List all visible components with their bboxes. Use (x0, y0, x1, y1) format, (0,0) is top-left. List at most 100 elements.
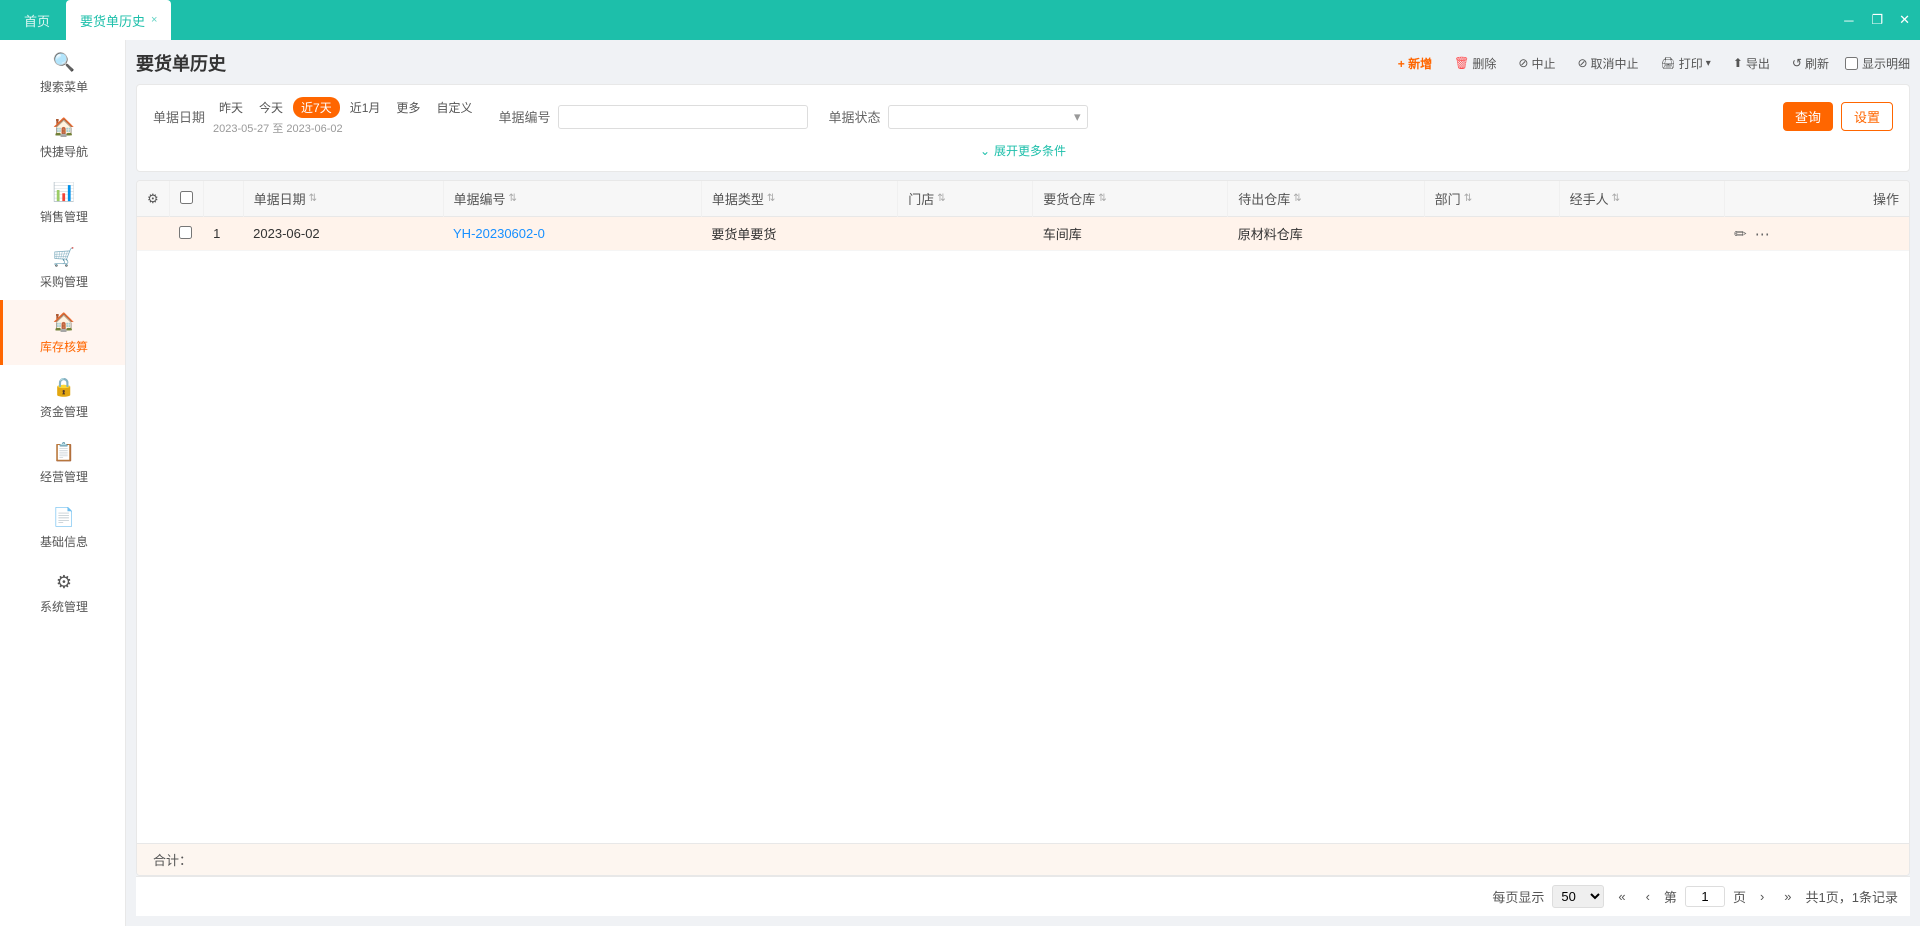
delete-button[interactable]: 🗑 删除 (1448, 51, 1502, 76)
index-col-header (203, 181, 243, 217)
cancel-stop-button[interactable]: ⊘ 取消中止 (1571, 51, 1644, 76)
sidebar-item-label: 系统管理 (40, 598, 88, 615)
dept-col-header[interactable]: 部门 ⇅ (1424, 181, 1559, 217)
doc-no-link[interactable]: YH-20230602-0 (453, 226, 545, 241)
sidebar-item-label: 搜索菜单 (40, 78, 88, 95)
select-all-checkbox[interactable] (180, 191, 193, 204)
settings-button[interactable]: 设置 (1841, 102, 1893, 131)
store-col-header[interactable]: 门店 ⇅ (898, 181, 1033, 217)
sidebar-item-quick-nav[interactable]: 🏠 快捷导航 (0, 105, 125, 170)
sidebar-item-sales[interactable]: 📊 销售管理 (0, 170, 125, 235)
prev-page-btn[interactable]: ‹ (1640, 887, 1656, 906)
stop-icon: ⊘ (1518, 56, 1528, 70)
pending-warehouse-sort-icon: ⇅ (1293, 193, 1301, 204)
export-button[interactable]: ⬆ 导出 (1727, 51, 1776, 76)
table-header-row: ⚙ 单据日期 ⇅ (137, 181, 1909, 217)
row-checkbox[interactable] (179, 226, 192, 239)
date-filter-label: 单据日期 (153, 107, 205, 126)
actions-col-header: 操作 (1724, 181, 1909, 217)
sidebar-item-inventory[interactable]: 🏠 库存核算 (0, 300, 125, 365)
window-minus-icon[interactable]: － (1842, 11, 1855, 30)
stop-button[interactable]: ⊘ 中止 (1512, 51, 1561, 76)
row-more-icon[interactable]: ⋯ (1755, 225, 1770, 243)
pending-warehouse-col-header[interactable]: 待出仓库 ⇅ (1228, 181, 1424, 217)
status-label: 单据状态 (828, 107, 880, 126)
sidebar-item-finance[interactable]: 🔒 资金管理 (0, 365, 125, 430)
handler-col-header[interactable]: 经手人 ⇅ (1559, 181, 1724, 217)
doc-no-filter: 单据编号 (498, 105, 808, 129)
row-date-cell: 2023-06-02 (243, 217, 443, 251)
row-handler-cell (1559, 217, 1724, 251)
page-header: 要货单历史 + 新增 🗑 删除 ⊘ 中止 ⊘ 取消中止 🖨 (136, 50, 1910, 76)
date-yesterday[interactable]: 昨天 (213, 97, 249, 118)
refresh-button[interactable]: ↺ 刷新 (1786, 51, 1835, 76)
req-warehouse-col-header[interactable]: 要货仓库 ⇅ (1033, 181, 1228, 217)
operation-icon: 📋 (53, 442, 75, 463)
first-page-btn[interactable]: « (1612, 887, 1631, 906)
date-custom[interactable]: 自定义 (430, 97, 478, 118)
display-detail-toggle[interactable]: 显示明细 (1845, 55, 1910, 72)
table-footer: 合计： (137, 843, 1909, 875)
home-icon: 🏠 (53, 117, 75, 138)
content-area: 要货单历史 + 新增 🗑 删除 ⊘ 中止 ⊘ 取消中止 🖨 (126, 40, 1920, 926)
print-dropdown-icon: ▾ (1706, 58, 1711, 69)
new-button[interactable]: + 新增 (1392, 51, 1438, 76)
page-label: 第 (1664, 887, 1677, 906)
last-page-btn[interactable]: » (1778, 887, 1797, 906)
window-restore-icon[interactable]: ❐ (1871, 12, 1883, 28)
status-select[interactable] (888, 105, 1088, 129)
handler-sort-icon: ⇅ (1612, 193, 1620, 204)
expand-more-btn[interactable]: ⌄ 展开更多条件 (153, 136, 1893, 159)
sidebar-item-base[interactable]: 📄 基础信息 (0, 495, 125, 560)
tab-home[interactable]: 首页 (10, 0, 64, 40)
sidebar-item-label: 基础信息 (40, 533, 88, 550)
doc-no-label: 单据编号 (498, 107, 550, 126)
page-input[interactable] (1685, 886, 1725, 907)
print-button[interactable]: 🖨 打印 ▾ (1655, 51, 1717, 76)
row-edit-icon[interactable]: ✏ (1734, 225, 1747, 243)
doc-type-col-header[interactable]: 单据类型 ⇅ (701, 181, 897, 217)
date-more[interactable]: 更多 (390, 97, 426, 118)
chart-icon: 📊 (53, 182, 75, 203)
row-index-cell: 1 (203, 217, 243, 251)
date-filter: 单据日期 昨天 今天 近7天 近1月 更多 自定义 2023-05-27 至 2… (153, 97, 478, 136)
date-shortcuts: 昨天 今天 近7天 近1月 更多 自定义 2023-05-27 至 2023-0… (213, 97, 478, 136)
top-bar: 首页 要货单历史 × － ❐ ✕ (0, 0, 1920, 40)
tab-history[interactable]: 要货单历史 × (66, 0, 171, 40)
doc-no-col-header[interactable]: 单据编号 ⇅ (443, 181, 701, 217)
next-page-btn[interactable]: › (1754, 887, 1770, 906)
delete-icon: 🗑 (1454, 56, 1469, 70)
doc-no-input[interactable] (558, 105, 808, 129)
per-page-label: 每页显示 (1492, 887, 1544, 906)
date-last7days[interactable]: 近7天 (293, 97, 340, 118)
window-close-icon[interactable]: ✕ (1899, 12, 1910, 28)
sidebar-item-search[interactable]: 🔍 搜索菜单 (0, 40, 125, 105)
filter-panel: 单据日期 昨天 今天 近7天 近1月 更多 自定义 2023-05-27 至 2… (136, 84, 1910, 172)
filter-row: 单据日期 昨天 今天 近7天 近1月 更多 自定义 2023-05-27 至 2… (153, 97, 1893, 136)
status-filter: 单据状态 (828, 105, 1088, 129)
sidebar-item-label: 资金管理 (40, 403, 88, 420)
doc-no-sort-icon: ⇅ (509, 193, 517, 204)
doc-type-sort-icon: ⇅ (767, 193, 775, 204)
date-col-header[interactable]: 单据日期 ⇅ (243, 181, 443, 217)
sidebar-item-system[interactable]: ⚙ 系统管理 (0, 560, 125, 625)
window-controls: － ❐ ✕ (1842, 11, 1910, 30)
sidebar-item-purchase[interactable]: 🛒 采购管理 (0, 235, 125, 300)
store-sort-icon: ⇅ (937, 193, 945, 204)
expand-icon: ⌄ (980, 144, 990, 158)
date-today[interactable]: 今天 (253, 97, 289, 118)
row-doc-type-cell: 要货单要货 (701, 217, 897, 251)
query-button[interactable]: 查询 (1783, 102, 1833, 131)
per-page-select[interactable]: 50 20 100 (1552, 885, 1604, 908)
req-warehouse-sort-icon: ⇅ (1098, 193, 1106, 204)
display-detail-checkbox[interactable] (1845, 57, 1858, 70)
row-checkbox-cell (169, 217, 203, 251)
tab-close-icon[interactable]: × (151, 14, 157, 26)
column-settings-icon[interactable]: ⚙ (147, 191, 159, 206)
lock-icon: 🔒 (53, 377, 75, 398)
date-range-display: 2023-05-27 至 2023-06-02 (213, 120, 478, 136)
sidebar-item-operation[interactable]: 📋 经营管理 (0, 430, 125, 495)
page-suffix: 页 (1733, 887, 1746, 906)
date-last1month[interactable]: 近1月 (344, 97, 387, 118)
sidebar-item-label: 库存核算 (40, 338, 88, 355)
